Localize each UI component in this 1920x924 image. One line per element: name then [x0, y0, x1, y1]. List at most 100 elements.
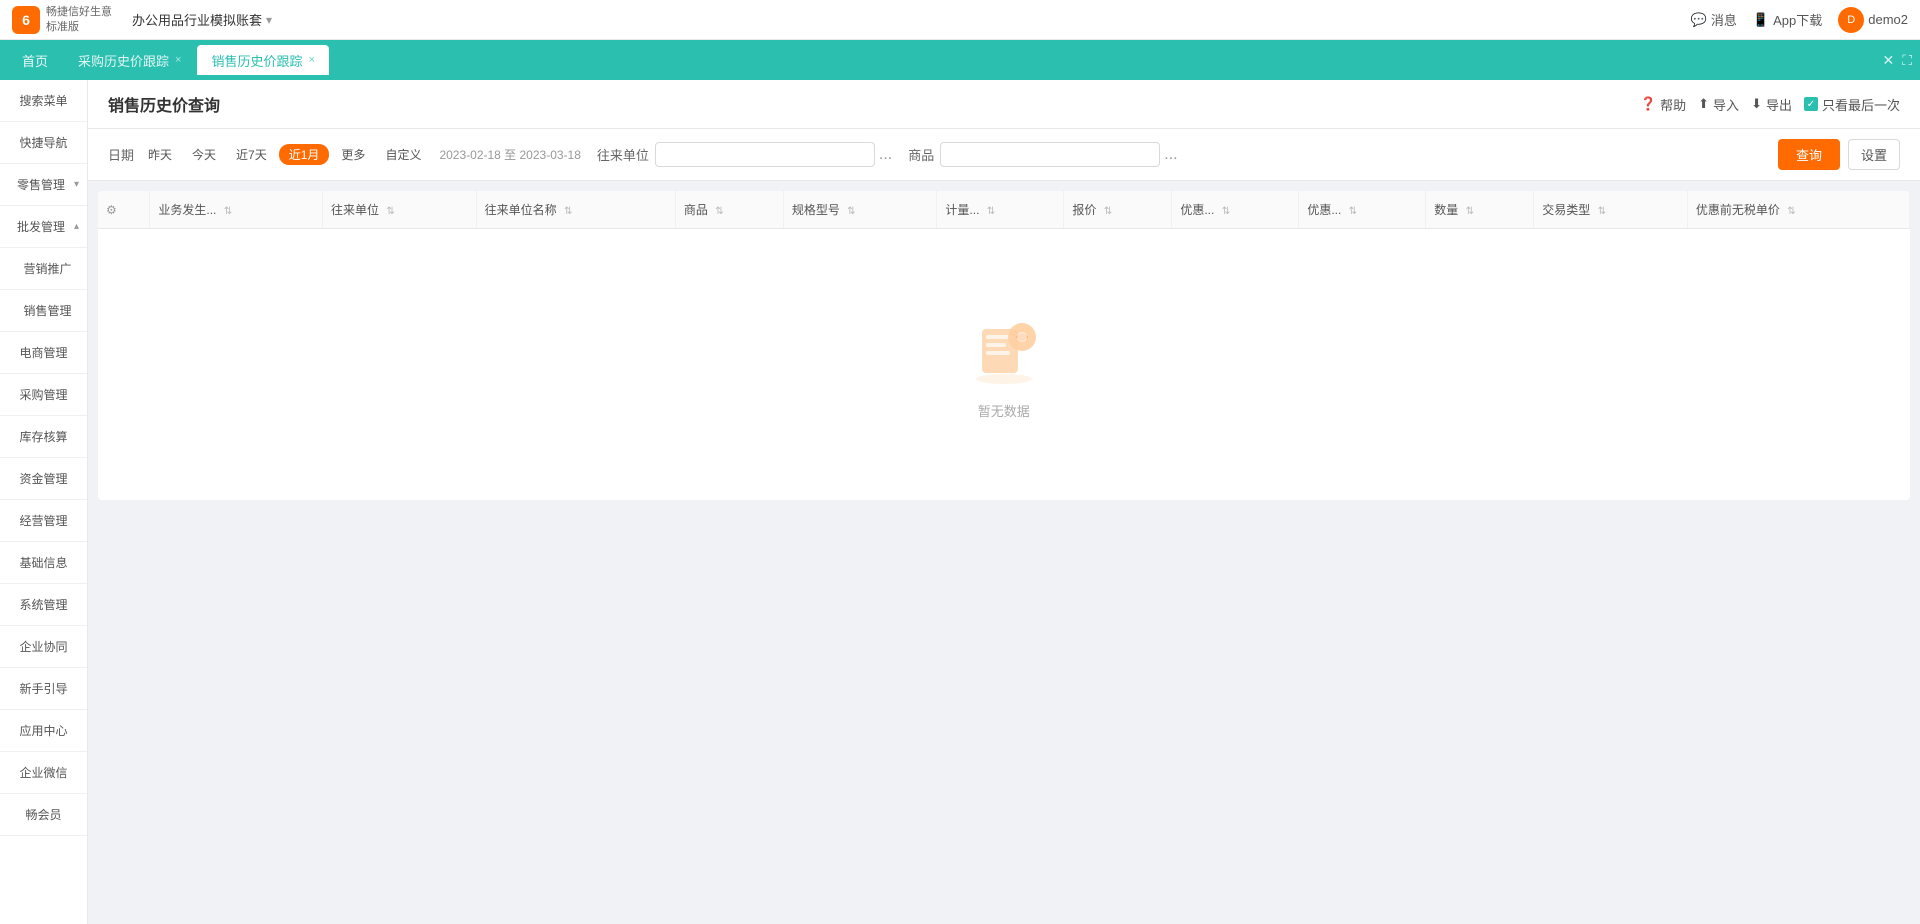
- date-btn-custom[interactable]: 自定义: [377, 144, 429, 165]
- empty-text: 暂无数据: [978, 401, 1030, 420]
- partner-input-group: ...: [655, 142, 892, 167]
- tab-home[interactable]: 首页: [8, 45, 62, 75]
- sidebar-item-search-menu[interactable]: 搜索菜单: [0, 80, 87, 122]
- column-qty[interactable]: 数量 ⇅: [1426, 191, 1534, 229]
- logo-text: 畅捷信好生意 标准版: [46, 5, 112, 34]
- maximize-button[interactable]: ⛶: [1902, 52, 1912, 69]
- data-table: ⚙ 业务发生... ⇅ 往来单位 ⇅ 往来单位名称 ⇅: [98, 191, 1910, 500]
- sort-icon: ⇅: [1466, 206, 1474, 217]
- sidebar-item-finance-mgmt[interactable]: 资金管理: [0, 458, 87, 500]
- tab-purchase-history-close-icon[interactable]: ×: [175, 54, 181, 66]
- column-quote[interactable]: 报价 ⇅: [1064, 191, 1172, 229]
- sidebar-item-marketing[interactable]: 营销推广: [0, 248, 87, 290]
- query-button[interactable]: 查询: [1778, 139, 1840, 170]
- empty-illustration: [964, 309, 1044, 389]
- date-btn-more[interactable]: 更多: [333, 144, 373, 165]
- date-btn-yesterday[interactable]: 昨天: [140, 144, 180, 165]
- sidebar-item-enterprise-wechat[interactable]: 企业微信: [0, 752, 87, 794]
- import-icon: ⬆: [1698, 96, 1709, 112]
- main-layout: 搜索菜单 快捷导航 零售管理 ▾ 批发管理 ▴ 营销推广 销售管理 电商管理 采…: [0, 80, 1920, 924]
- app-title-dropdown-icon[interactable]: ▾: [266, 13, 272, 27]
- column-goods[interactable]: 商品 ⇅: [675, 191, 783, 229]
- tab-purchase-history-label: 采购历史价跟踪: [78, 51, 169, 70]
- filter-row: 日期 昨天 今天 近7天 近1月 更多 自定义 2023-02-18 至 202…: [88, 129, 1920, 181]
- export-icon: ⬇: [1751, 96, 1762, 112]
- sort-icon: ⇅: [987, 206, 995, 217]
- import-button[interactable]: ⬆ 导入: [1698, 95, 1739, 114]
- help-button[interactable]: ❓ 帮助: [1640, 95, 1686, 114]
- sidebar-item-new-user-guide[interactable]: 新手引导: [0, 668, 87, 710]
- sidebar: 搜索菜单 快捷导航 零售管理 ▾ 批发管理 ▴ 营销推广 销售管理 电商管理 采…: [0, 80, 88, 924]
- column-pretax-price[interactable]: 优惠前无税单价 ⇅: [1687, 191, 1909, 229]
- sidebar-item-quick-nav[interactable]: 快捷导航: [0, 122, 87, 164]
- goods-input-group: ...: [940, 142, 1177, 167]
- partner-lookup-icon[interactable]: ...: [879, 146, 892, 164]
- partner-input[interactable]: [655, 142, 875, 167]
- date-filter-group: 日期 昨天 今天 近7天 近1月 更多 自定义 2023-02-18 至 202…: [108, 144, 581, 165]
- empty-row: 暂无数据: [98, 229, 1910, 501]
- app-download-button[interactable]: 📱 App下载: [1753, 10, 1822, 29]
- close-tab-button[interactable]: ✕: [1882, 52, 1894, 69]
- date-btn-7days[interactable]: 近7天: [228, 144, 275, 165]
- column-unit[interactable]: 计量... ⇅: [937, 191, 1064, 229]
- goods-filter-group: 商品 ...: [908, 142, 1177, 167]
- table-header-row: ⚙ 业务发生... ⇅ 往来单位 ⇅ 往来单位名称 ⇅: [98, 191, 1910, 229]
- column-biz-date[interactable]: 业务发生... ⇅: [150, 191, 323, 229]
- app-title-area[interactable]: 办公用品行业模拟账套 ▾: [132, 10, 272, 29]
- sort-icon: ⇅: [715, 206, 723, 217]
- column-gear[interactable]: ⚙: [98, 191, 150, 229]
- column-spec[interactable]: 规格型号 ⇅: [783, 191, 937, 229]
- avatar: D: [1838, 7, 1864, 33]
- message-icon: 💬: [1691, 12, 1707, 28]
- partner-filter-group: 往来单位 ...: [597, 142, 892, 167]
- sidebar-item-wholesale-mgmt[interactable]: 批发管理 ▴: [0, 206, 87, 248]
- sidebar-item-operations-mgmt[interactable]: 经营管理: [0, 500, 87, 542]
- sidebar-item-app-center[interactable]: 应用中心: [0, 710, 87, 752]
- sort-icon: ⇅: [1787, 206, 1795, 217]
- sidebar-item-system-mgmt[interactable]: 系统管理: [0, 584, 87, 626]
- tab-sales-history[interactable]: 销售历史价跟踪 ×: [197, 45, 328, 75]
- table-header: ⚙ 业务发生... ⇅ 往来单位 ⇅ 往来单位名称 ⇅: [98, 191, 1910, 229]
- sidebar-item-purchase-mgmt[interactable]: 采购管理: [0, 374, 87, 416]
- topbar: 6 畅捷信好生意 标准版 办公用品行业模拟账套 ▾ 💬 消息 📱 App下载 D…: [0, 0, 1920, 40]
- sort-icon: ⇅: [564, 206, 572, 217]
- sort-icon: ⇅: [1104, 206, 1112, 217]
- tab-home-label: 首页: [22, 51, 48, 70]
- user-menu[interactable]: D demo2: [1838, 7, 1908, 33]
- goods-lookup-icon[interactable]: ...: [1164, 146, 1177, 164]
- tab-sales-history-close-icon[interactable]: ×: [308, 54, 314, 66]
- date-buttons: 昨天 今天 近7天 近1月 更多 自定义: [140, 144, 429, 165]
- export-button[interactable]: ⬇ 导出: [1751, 95, 1792, 114]
- date-btn-1month[interactable]: 近1月: [279, 144, 330, 165]
- sidebar-item-base-info[interactable]: 基础信息: [0, 542, 87, 584]
- column-partner-name[interactable]: 往来单位名称 ⇅: [476, 191, 675, 229]
- sidebar-item-ecommerce-mgmt[interactable]: 电商管理: [0, 332, 87, 374]
- sidebar-item-inventory[interactable]: 库存核算: [0, 416, 87, 458]
- settings-button[interactable]: 设置: [1848, 139, 1900, 170]
- column-partner-code[interactable]: 往来单位 ⇅: [322, 191, 476, 229]
- sidebar-item-retail-mgmt[interactable]: 零售管理 ▾: [0, 164, 87, 206]
- sidebar-item-sales-mgmt[interactable]: 销售管理: [0, 290, 87, 332]
- date-filter-label: 日期: [108, 145, 134, 164]
- column-discount1[interactable]: 优惠... ⇅: [1172, 191, 1299, 229]
- date-btn-today[interactable]: 今天: [184, 144, 224, 165]
- column-trade-type[interactable]: 交易类型 ⇅: [1534, 191, 1688, 229]
- chevron-down-icon: ▾: [74, 179, 79, 190]
- table-body: 暂无数据: [98, 229, 1910, 501]
- message-button[interactable]: 💬 消息: [1691, 10, 1737, 29]
- app-title: 办公用品行业模拟账套: [132, 10, 262, 29]
- page-header: 销售历史价查询 ❓ 帮助 ⬆ 导入 ⬇ 导出 ✓: [88, 80, 1920, 129]
- logo-area: 6 畅捷信好生意 标准版: [12, 5, 112, 34]
- page-actions: ❓ 帮助 ⬆ 导入 ⬇ 导出 ✓ 只看最后一次: [1640, 95, 1900, 114]
- partner-filter-label: 往来单位: [597, 145, 649, 164]
- gear-icon[interactable]: ⚙: [106, 203, 117, 217]
- date-range-display: 2023-02-18 至 2023-03-18: [439, 146, 580, 163]
- sidebar-item-enterprise-collab[interactable]: 企业协同: [0, 626, 87, 668]
- goods-input[interactable]: [940, 142, 1160, 167]
- sidebar-item-member[interactable]: 畅会员: [0, 794, 87, 836]
- only-last-checkbox[interactable]: ✓ 只看最后一次: [1804, 95, 1900, 114]
- column-discount2[interactable]: 优惠... ⇅: [1299, 191, 1426, 229]
- tab-purchase-history[interactable]: 采购历史价跟踪 ×: [64, 45, 195, 75]
- download-icon: 📱: [1753, 12, 1769, 28]
- tabbar-actions: ✕ ⛶: [1882, 52, 1912, 69]
